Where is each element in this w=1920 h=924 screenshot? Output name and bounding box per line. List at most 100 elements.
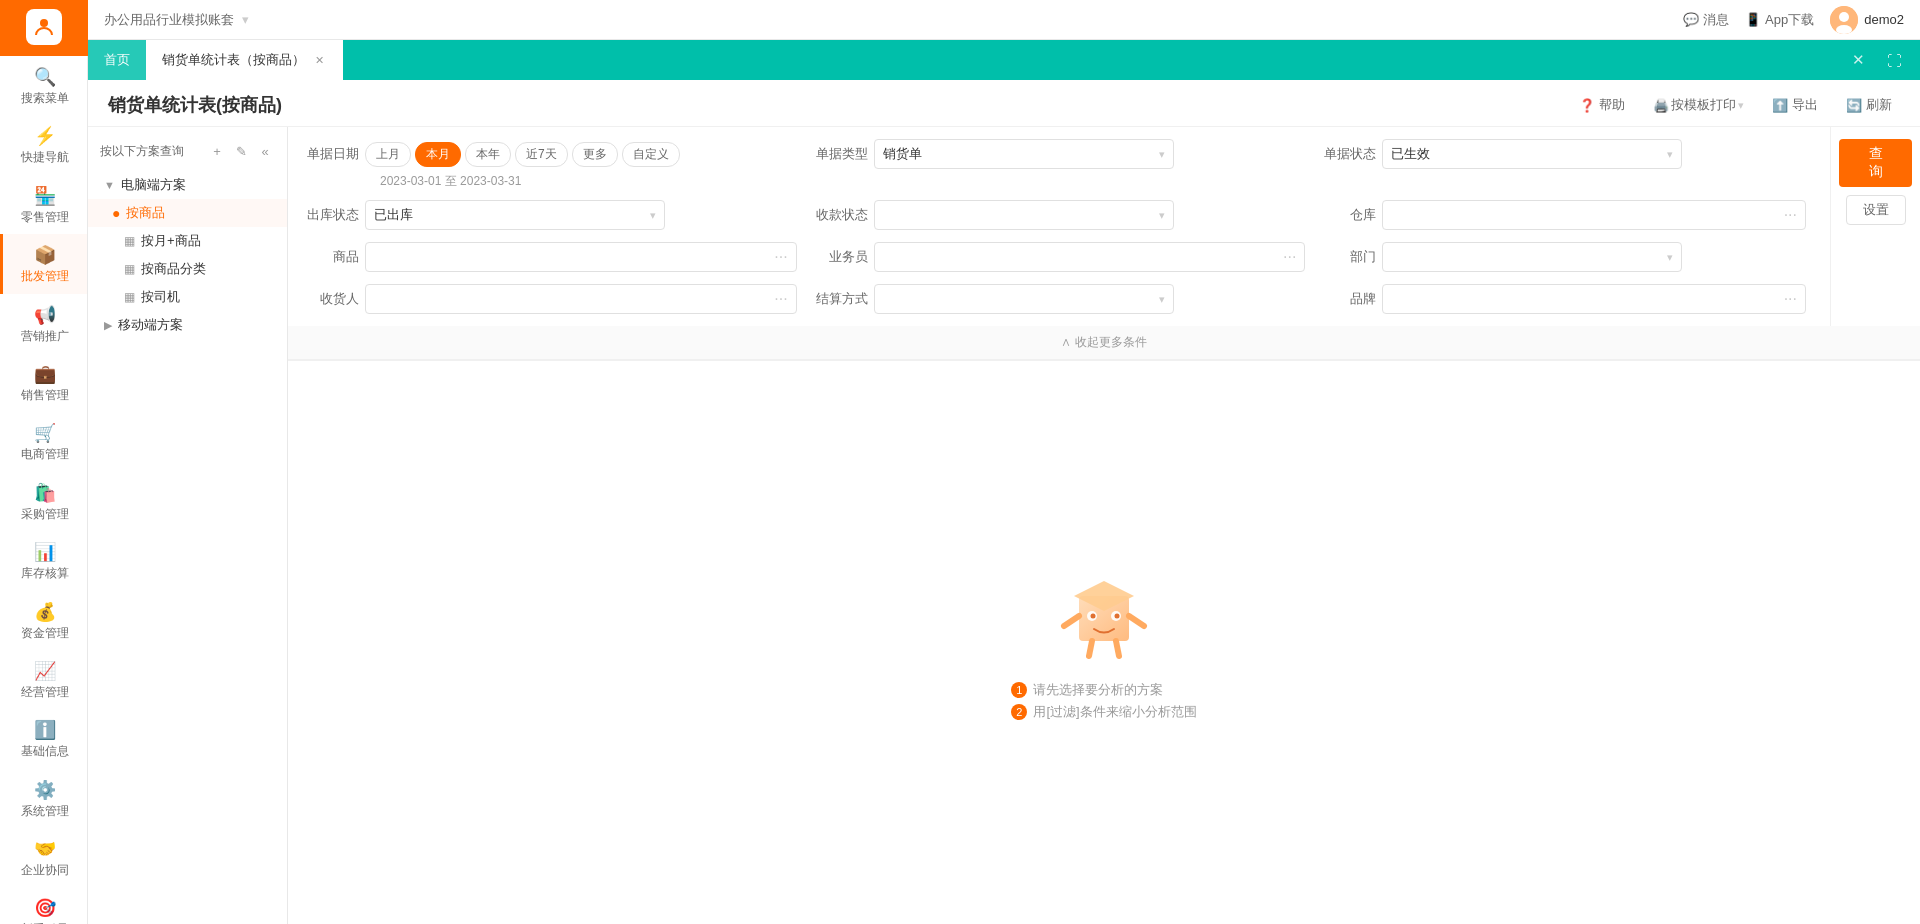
tree-category-mobile[interactable]: ▶ 移动端方案	[88, 311, 287, 339]
close-window-button[interactable]: ✕	[1844, 46, 1872, 74]
stock-select[interactable]: 已出库 ▾	[365, 200, 665, 230]
sidebar-item-retail[interactable]: 🏪 零售管理	[0, 175, 87, 234]
pay-filter: 收款状态 ▾	[813, 200, 1322, 230]
sidebar-item-basicinfo[interactable]: ℹ️ 基础信息	[0, 709, 87, 768]
stock-filter: 出库状态 已出库 ▾	[304, 200, 813, 230]
print-icon: 🖨️	[1653, 98, 1669, 113]
tab-home[interactable]: 首页	[88, 40, 146, 80]
dept-filter: 部门 ▾	[1321, 242, 1830, 272]
sidebar-item-finance[interactable]: 💰 资金管理	[0, 591, 87, 650]
doc-type-select[interactable]: 销货单 ▾	[874, 139, 1174, 169]
svg-line-13	[1116, 641, 1119, 656]
dept-select[interactable]: ▾	[1382, 242, 1682, 272]
message-button[interactable]: 💬 消息	[1683, 11, 1729, 29]
sidebar-item-ecom-label: 电商管理	[21, 447, 69, 461]
sidebar-item-marketing-label: 营销推广	[21, 329, 69, 343]
date-btn-this-year[interactable]: 本年	[465, 142, 511, 167]
tabbar: 首页 销货单统计表（按商品） ✕ ✕ ⛶	[88, 40, 1920, 80]
filter-action-buttons: 查询 设置	[1830, 127, 1920, 326]
sidebar-item-sales[interactable]: 💼 销售管理	[0, 353, 87, 412]
tabbar-end: ✕ ⛶	[1844, 46, 1920, 74]
help-button[interactable]: ❓ 帮助	[1571, 92, 1633, 118]
svg-point-7	[1091, 613, 1096, 618]
date-btn-this-month[interactable]: 本月	[415, 142, 461, 167]
sidebar-item-wholesale[interactable]: 📦 批发管理	[0, 234, 87, 293]
date-btn-more[interactable]: 更多	[572, 142, 618, 167]
refresh-button[interactable]: 🔄 刷新	[1838, 92, 1900, 118]
tree-item-by-month-goods[interactable]: ▦ 按月+商品	[88, 227, 287, 255]
date-label: 单据日期	[304, 145, 359, 163]
print-button[interactable]: 🖨️ 按模板打印 ▾	[1645, 92, 1752, 118]
collab-icon: 🤝	[34, 838, 56, 860]
sidebar-item-system[interactable]: ⚙️ 系统管理	[0, 769, 87, 828]
user-area[interactable]: demo2	[1830, 6, 1904, 34]
salesperson-label: 业务员	[813, 248, 868, 266]
collapse-panel-button[interactable]: «	[255, 141, 275, 161]
sidebar-item-basicinfo-label: 基础信息	[21, 744, 69, 758]
doc-status-select[interactable]: 已生效 ▾	[1382, 139, 1682, 169]
query-button[interactable]: 查询	[1839, 139, 1912, 187]
tip-num-1: 1	[1011, 682, 1027, 698]
sidebar-item-inventory[interactable]: 📊 库存核算	[0, 531, 87, 590]
warehouse-more-icon: ···	[1784, 206, 1797, 224]
tab-statistics[interactable]: 销货单统计表（按商品） ✕	[146, 40, 343, 80]
sidebar-item-operation[interactable]: 📈 经营管理	[0, 650, 87, 709]
sidebar-item-finance-label: 资金管理	[21, 626, 69, 640]
salesperson-input[interactable]: ···	[874, 242, 1306, 272]
filter-row-3: 商品 ··· 业务员	[288, 236, 1830, 278]
brand-input[interactable]: ···	[1382, 284, 1806, 314]
date-range-display: 2023-03-01 至 2023-03-31	[288, 169, 1830, 194]
sidebar-item-marketing[interactable]: 📢 营销推广	[0, 294, 87, 353]
app-download-button[interactable]: 📱 App下载	[1745, 11, 1814, 29]
doc-status-filter: 单据状态 已生效 ▾	[1321, 139, 1830, 169]
tree-category-pc[interactable]: ▼ 电脑端方案	[88, 171, 287, 199]
goods-input[interactable]: ···	[365, 242, 797, 272]
warehouse-input[interactable]: ···	[1382, 200, 1806, 230]
export-button[interactable]: ⬆️ 导出	[1764, 92, 1826, 118]
collapse-bar[interactable]: ∧ 收起更多条件	[288, 326, 1920, 360]
refresh-icon: 🔄	[1846, 98, 1862, 113]
tree-item-label: 按月+商品	[141, 232, 201, 250]
date-btn-7days[interactable]: 近7天	[515, 142, 568, 167]
filter-wrapper: 单据日期 上月 本月 本年 近7天 更多 自定义	[288, 127, 1920, 326]
empty-tips: 1 请先选择要分析的方案 2 用[过滤]条件来缩小分析范围	[1011, 677, 1196, 725]
recipient-input[interactable]: ···	[365, 284, 797, 314]
pay-label: 收款状态	[813, 206, 868, 224]
sidebar-item-search[interactable]: 🔍 搜索菜单	[0, 56, 87, 115]
finance-icon: 💰	[34, 601, 56, 623]
date-btn-last-month[interactable]: 上月	[365, 142, 411, 167]
tree-item-by-driver[interactable]: ▦ 按司机	[88, 283, 287, 311]
app-logo	[0, 0, 88, 56]
filter-row-1: 单据日期 上月 本月 本年 近7天 更多 自定义	[288, 127, 1830, 169]
sidebar-item-collab[interactable]: 🤝 企业协同	[0, 828, 87, 887]
sidebar-item-ecom[interactable]: 🛒 电商管理	[0, 412, 87, 471]
pay-select[interactable]: ▾	[874, 200, 1174, 230]
edit-scheme-button[interactable]: ✎	[231, 141, 251, 161]
date-btn-custom[interactable]: 自定义	[622, 142, 680, 167]
salesperson-filter: 业务员 ···	[813, 242, 1322, 272]
tab-close-icon[interactable]: ✕	[311, 52, 327, 68]
tree-item-by-category[interactable]: ▦ 按商品分类	[88, 255, 287, 283]
brand-filter: 品牌 ···	[1321, 284, 1830, 314]
sidebar-item-purchase-label: 采购管理	[21, 507, 69, 521]
settings-button[interactable]: 设置	[1846, 195, 1906, 225]
maximize-button[interactable]: ⛶	[1880, 46, 1908, 74]
goods-label: 商品	[304, 248, 359, 266]
sidebar-item-quicknav[interactable]: ⚡ 快捷导航	[0, 115, 87, 174]
sidebar-item-wholesale-label: 批发管理	[21, 269, 69, 283]
add-scheme-button[interactable]: +	[207, 141, 227, 161]
print-label: 按模板打印	[1671, 96, 1736, 114]
page-actions: ❓ 帮助 🖨️ 按模板打印 ▾ ⬆️ 导出 🔄 刷新	[1571, 92, 1900, 118]
settle-select[interactable]: ▾	[874, 284, 1174, 314]
svg-point-8	[1115, 613, 1120, 618]
stock-arrow-icon: ▾	[650, 209, 656, 222]
help-icon: ❓	[1579, 98, 1595, 113]
settle-arrow-icon: ▾	[1159, 293, 1165, 306]
sidebar-item-purchase[interactable]: 🛍️ 采购管理	[0, 472, 87, 531]
search-icon: 🔍	[34, 66, 56, 88]
topbar: 办公用品行业模拟账套 ▾ 💬 消息 📱 App下载 de	[88, 0, 1920, 40]
help-label: 帮助	[1599, 96, 1625, 114]
tree-item-by-goods[interactable]: ● 按商品	[88, 199, 287, 227]
sidebar-item-guide[interactable]: 🎯 新手引导	[0, 887, 87, 924]
settle-filter: 结算方式 ▾	[813, 284, 1322, 314]
